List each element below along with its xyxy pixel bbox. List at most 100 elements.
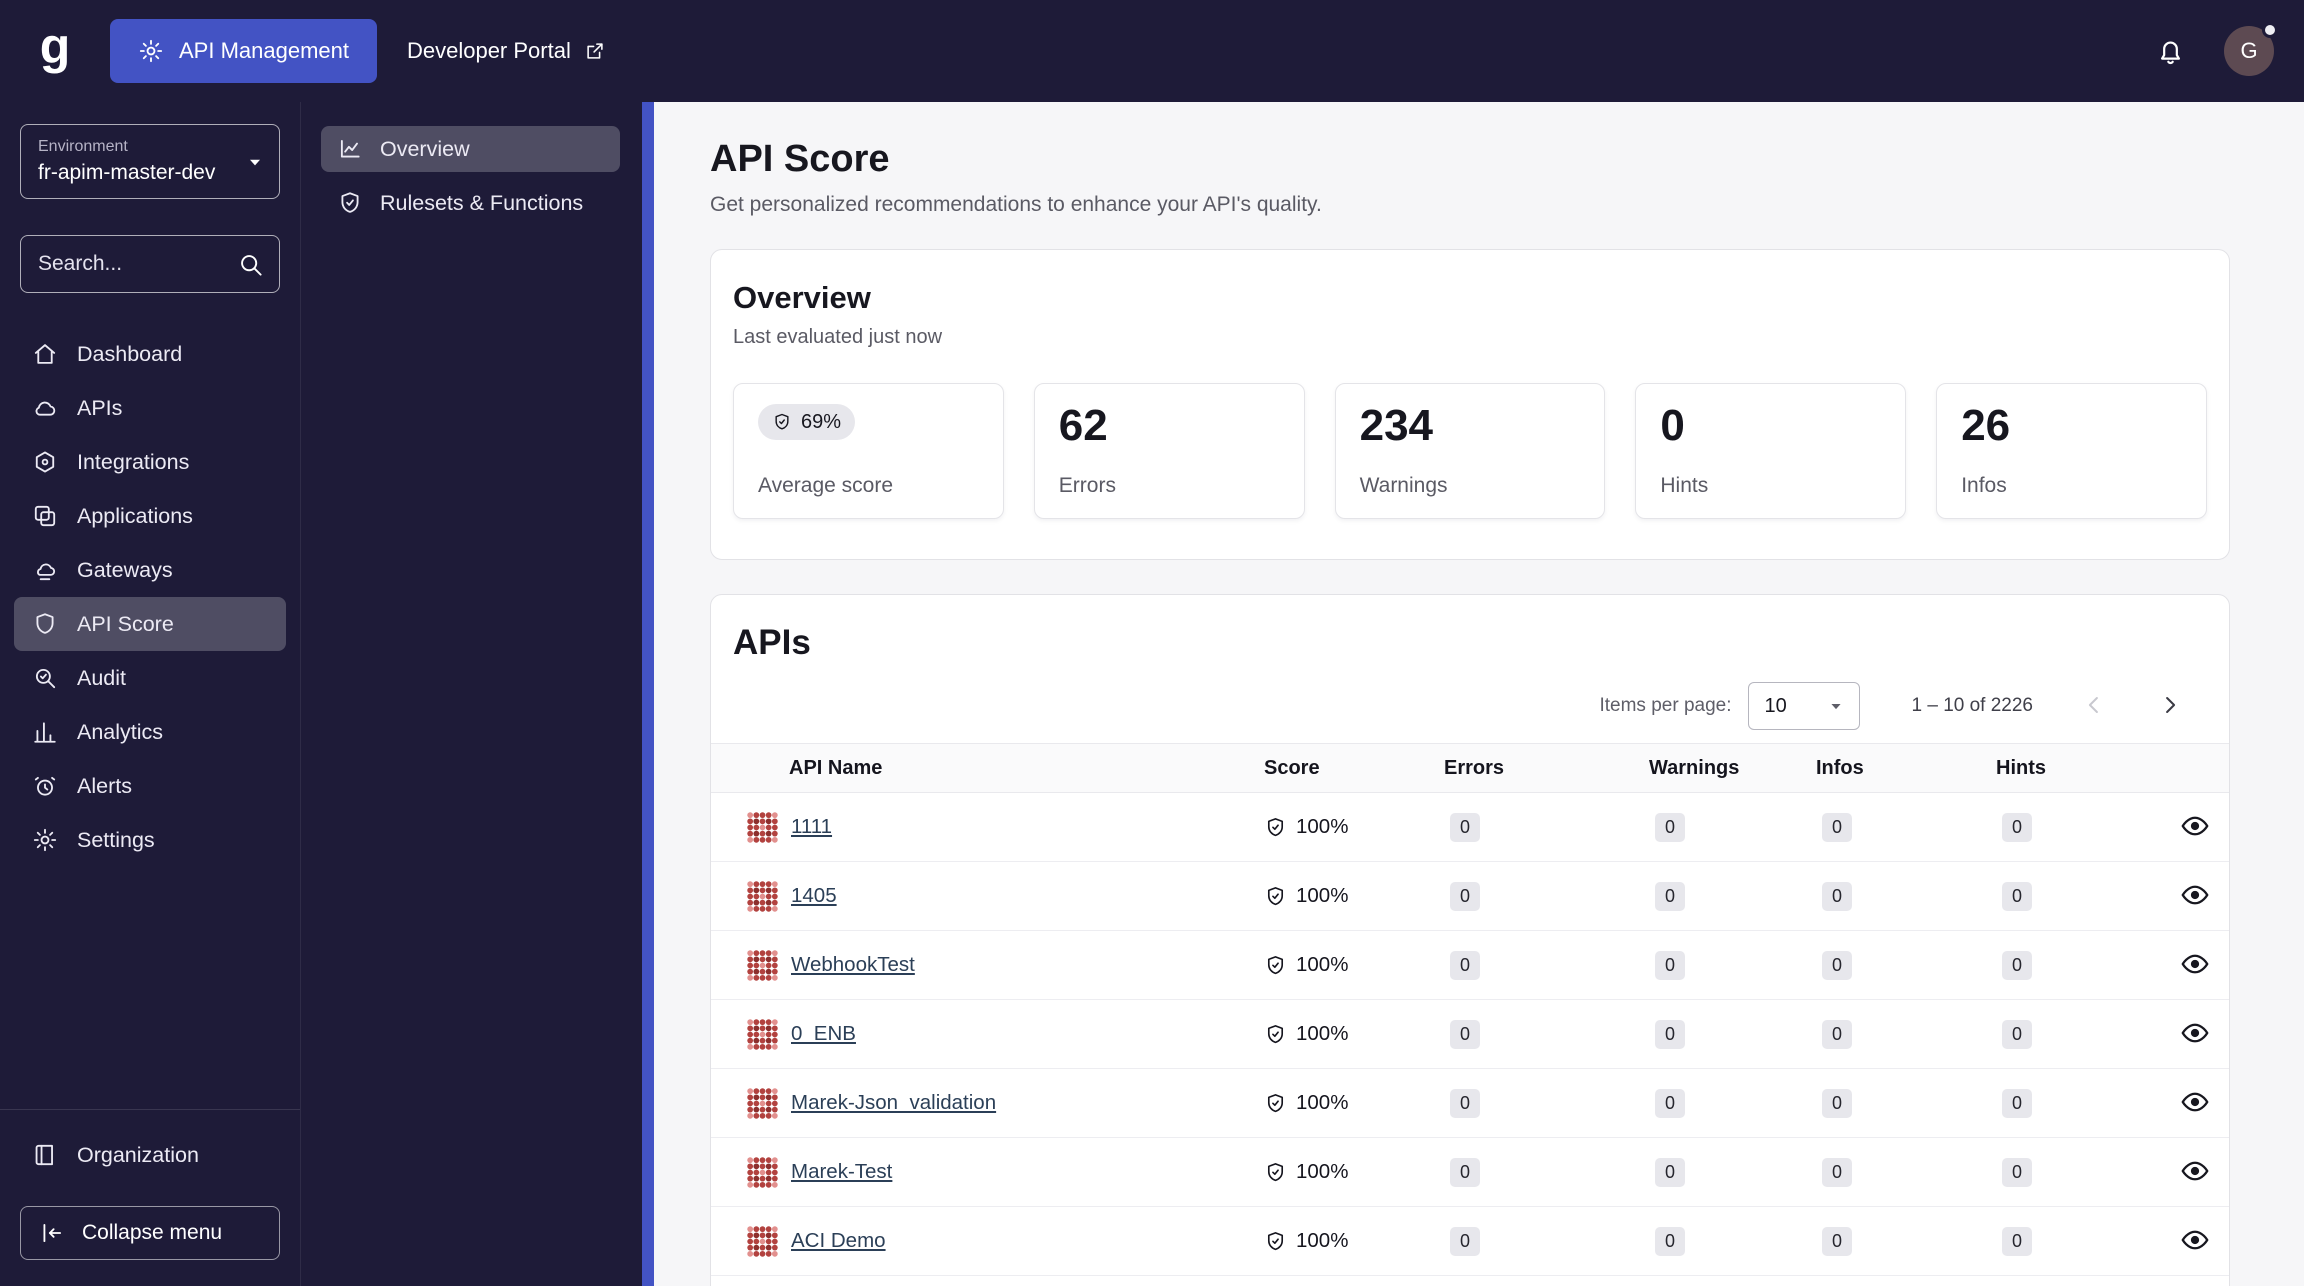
stat-badge-value: 69% [801,411,842,433]
api-management-label: API Management [179,38,349,63]
items-per-page-select[interactable]: 10 [1747,682,1860,730]
sidebar-item-alerts[interactable]: Alerts [14,759,286,813]
infos-badge: 0 [1822,1088,1853,1118]
api-name-cell: 1111 [711,809,1264,846]
sidebar-item-settings[interactable]: Settings [14,813,286,867]
shield-icon [772,412,792,432]
sidebar-item-label: Analytics [77,719,164,744]
apis-title: APIs [733,623,811,662]
sidebar-item-apis[interactable]: APIs [14,381,286,435]
api-name-link[interactable]: Marek-Test [791,1160,892,1184]
developer-portal-link[interactable]: Developer Portal [407,38,606,64]
view-api-button[interactable] [2178,879,2212,913]
stat-label: Hints [1660,474,1709,497]
view-api-button[interactable] [2178,1155,2212,1189]
stat-label: Errors [1058,474,1116,497]
sidebar-item-integrations[interactable]: Integrations [14,435,286,489]
api-avatar [744,1223,781,1260]
api-name-link[interactable]: Marek-Json_validation [791,1091,996,1115]
sidebar-item-label: Settings [77,827,155,852]
eye-icon [2179,1086,2211,1118]
view-api-button[interactable] [2178,1224,2212,1258]
api-management-button[interactable]: API Management [110,19,377,83]
environment-value: fr-apim-master-dev [38,161,216,184]
sidebar-item-api-score[interactable]: API Score [14,597,286,651]
errors-cell: 0 [1444,812,1649,842]
errors-cell: 0 [1444,1157,1649,1187]
warnings-cell: 0 [1649,950,1816,980]
submenu-item-overview[interactable]: Overview [321,126,620,172]
stat-value: 62 [1058,401,1108,450]
view-api-button[interactable] [2178,948,2212,982]
shield-icon [32,611,58,637]
sidebar-search [20,235,280,293]
api-score-cell: 100% [1264,815,1444,839]
submenu-item-rulesets-functions[interactable]: Rulesets & Functions [321,180,620,226]
errors-badge: 0 [1450,1088,1481,1118]
api-score-cell: 100% [1264,884,1444,908]
api-name-link[interactable]: ACI Demo [791,1229,886,1253]
api-name-link[interactable]: WebhookTest [791,953,915,977]
collapse-icon [39,1220,65,1246]
search-input[interactable] [38,252,237,276]
score-shield-icon [1264,1092,1287,1115]
notifications-bell-icon[interactable] [2155,36,2186,67]
api-score-cell: 100% [1264,1160,1444,1184]
hints-badge: 0 [2002,1157,2033,1187]
sidebar-item-audit[interactable]: Audit [14,651,286,705]
hints-cell: 0 [1996,1019,2161,1049]
sidebar-item-gateways[interactable]: Gateways [14,543,286,597]
infos-cell: 0 [1816,1157,1996,1187]
user-avatar[interactable]: G [2224,22,2278,76]
actions-cell [2161,1017,2229,1051]
environment-label: Environment [38,138,128,155]
errors-cell: 0 [1444,881,1649,911]
score-shield-icon [1264,1230,1287,1253]
infos-cell: 0 [1816,881,1996,911]
api-avatar [744,809,781,846]
errors-cell: 0 [1444,1226,1649,1256]
sidebar-item-analytics[interactable]: Analytics [14,705,286,759]
table-row: 1111 100% 0 0 0 0 [711,793,2229,862]
view-api-button[interactable] [2178,1017,2212,1051]
stat-card-infos: 26 Infos [1936,383,2207,519]
table-header: API Name Score Errors Warnings Infos Hints [711,743,2229,793]
chart-line-icon [337,136,363,162]
sidebar-item-dashboard[interactable]: Dashboard [14,327,286,381]
table-row: Marek-Json_validation 100% 0 0 0 0 [711,1069,2229,1138]
api-name-link[interactable]: 1405 [791,884,837,908]
page-subtitle: Get personalized recommendations to enha… [710,193,1322,216]
infos-badge: 0 [1822,1226,1853,1256]
environment-select[interactable]: Environment fr-apim-master-dev [20,124,280,199]
table-row: 0_ENB 100% 0 0 0 0 [711,1000,2229,1069]
developer-portal-label: Developer Portal [406,38,571,63]
main-content: API Score Get personalized recommendatio… [654,102,2304,1286]
score-value: 100% [1296,815,1349,838]
api-name-link[interactable]: 0_ENB [791,1022,856,1046]
audit-icon [32,665,58,691]
view-api-button[interactable] [2178,810,2212,844]
infos-badge: 0 [1822,881,1853,911]
hints-cell: 0 [1996,1088,2161,1118]
score-value: 100% [1296,1229,1349,1252]
score-value: 100% [1296,1160,1349,1183]
actions-cell [2161,879,2229,913]
warnings-cell: 0 [1649,1019,1816,1049]
sidebar-item-applications[interactable]: Applications [14,489,286,543]
collapse-menu-button[interactable]: Collapse menu [20,1206,280,1260]
previous-page-button[interactable] [2079,691,2109,721]
brand-logo[interactable]: g [30,21,80,71]
view-api-button[interactable] [2178,1086,2212,1120]
api-name-cell: Marek-Test [711,1154,1264,1191]
warnings-badge: 0 [1655,881,1686,911]
score-shield-icon [1264,816,1287,839]
sidebar-item-label: Applications [77,503,193,528]
app-body: Environment fr-apim-master-dev Dashboard… [0,102,2304,1286]
hints-badge: 0 [2002,950,2033,980]
hints-badge: 0 [2002,812,2033,842]
api-name-link[interactable]: 1111 [791,815,832,839]
sidebar-item-organization[interactable]: Organization [14,1128,286,1182]
next-page-button[interactable] [2155,691,2185,721]
api-avatar [744,878,781,915]
column-header-api-name: API Name [789,756,883,779]
